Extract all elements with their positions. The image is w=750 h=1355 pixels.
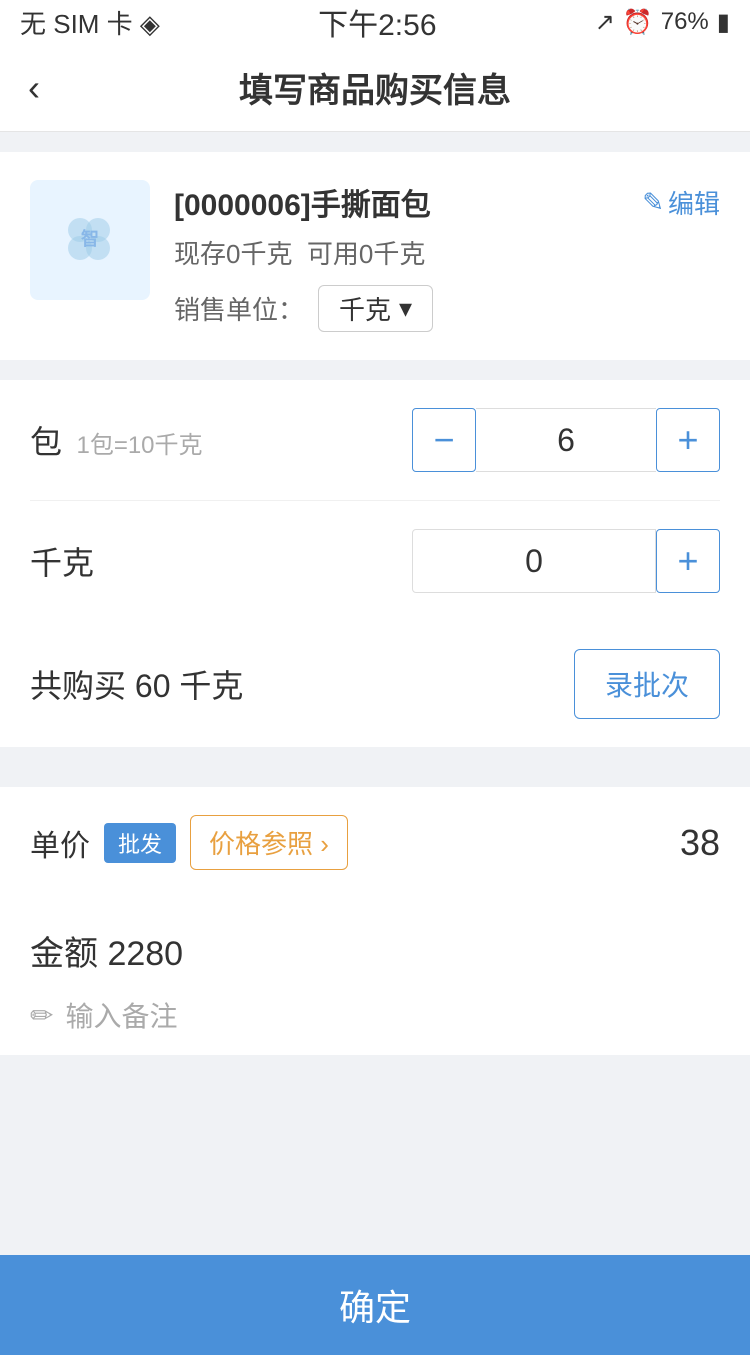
price-row: 单价 批发 价格参照 › 38 — [30, 815, 720, 870]
bao-input[interactable] — [476, 408, 656, 472]
status-left: 无 SIM 卡 ◈ — [20, 4, 160, 41]
amount-section: 金额 2280 ✏ 输入备注 — [0, 898, 750, 1055]
confirm-button[interactable]: 确定 — [0, 1255, 750, 1355]
status-right: ↗ ⏰ 76% ▮ — [595, 8, 730, 37]
input-section: 包 1包=10千克 − + 千克 + — [0, 380, 750, 621]
divider-2 — [0, 747, 750, 767]
product-name: [0000006]手撕面包 — [174, 180, 431, 224]
divider-1 — [0, 360, 750, 380]
qianke-label: 千克 — [30, 538, 94, 584]
bao-plus-button[interactable]: + — [656, 408, 720, 472]
amount-row: 金额 2280 — [0, 898, 750, 975]
battery-icon: ▮ — [717, 8, 730, 37]
nav-bar: ‹ 填写商品购买信息 — [0, 44, 750, 132]
price-label: 单价 — [30, 821, 90, 865]
price-tag: 批发 — [104, 823, 176, 863]
bao-quantity-control: − + — [412, 408, 720, 472]
qianke-input[interactable] — [412, 529, 656, 593]
total-text: 共购买 60 千克 — [30, 661, 243, 707]
back-button[interactable]: ‹ — [28, 67, 40, 109]
product-unit: 销售单位： 千克 ▾ — [174, 285, 720, 332]
bao-row: 包 1包=10千克 − + — [30, 380, 720, 501]
batch-button[interactable]: 录批次 — [574, 649, 720, 719]
price-ref-button[interactable]: 价格参照 › — [190, 815, 348, 870]
alarm-icon: ⏰ — [623, 8, 653, 37]
product-image: 智 — [30, 180, 150, 300]
location-icon: ↗ — [595, 8, 615, 37]
price-value: 38 — [680, 822, 720, 864]
bao-minus-button[interactable]: − — [412, 408, 476, 472]
pencil-icon: ✏ — [30, 999, 53, 1032]
unit-selector[interactable]: 千克 ▾ — [318, 285, 433, 332]
svg-text:智: 智 — [81, 228, 99, 249]
chevron-down-icon: ▾ — [399, 293, 412, 324]
status-bar: 无 SIM 卡 ◈ 下午2:56 ↗ ⏰ 76% ▮ — [0, 0, 750, 44]
price-section: 单价 批发 价格参照 › 38 — [0, 787, 750, 898]
product-card: 智 [0000006]手撕面包 ✎ 编辑 现存0千克 可用0千克 销售单位： 千… — [0, 152, 750, 360]
total-row: 共购买 60 千克 录批次 — [0, 621, 750, 747]
qianke-plus-button[interactable]: + — [656, 529, 720, 593]
bottom-spacer — [0, 1055, 750, 1255]
note-row[interactable]: ✏ 输入备注 — [0, 975, 750, 1055]
status-time: 下午2:56 — [318, 0, 436, 44]
bao-label: 包 1包=10千克 — [30, 417, 203, 463]
product-stock: 现存0千克 可用0千克 — [174, 234, 720, 271]
note-placeholder: 输入备注 — [65, 995, 177, 1035]
edit-button[interactable]: ✎ 编辑 — [642, 184, 720, 221]
page-title: 填写商品购买信息 — [239, 63, 511, 112]
product-info: [0000006]手撕面包 ✎ 编辑 现存0千克 可用0千克 销售单位： 千克 … — [174, 180, 720, 332]
qianke-row: 千克 + — [30, 501, 720, 621]
price-left: 单价 批发 价格参照 › — [30, 815, 348, 870]
battery-text: 76% — [661, 8, 709, 36]
edit-icon: ✎ — [642, 187, 664, 218]
amount-text: 金额 2280 — [30, 935, 183, 973]
qianke-quantity-control: + — [412, 529, 720, 593]
